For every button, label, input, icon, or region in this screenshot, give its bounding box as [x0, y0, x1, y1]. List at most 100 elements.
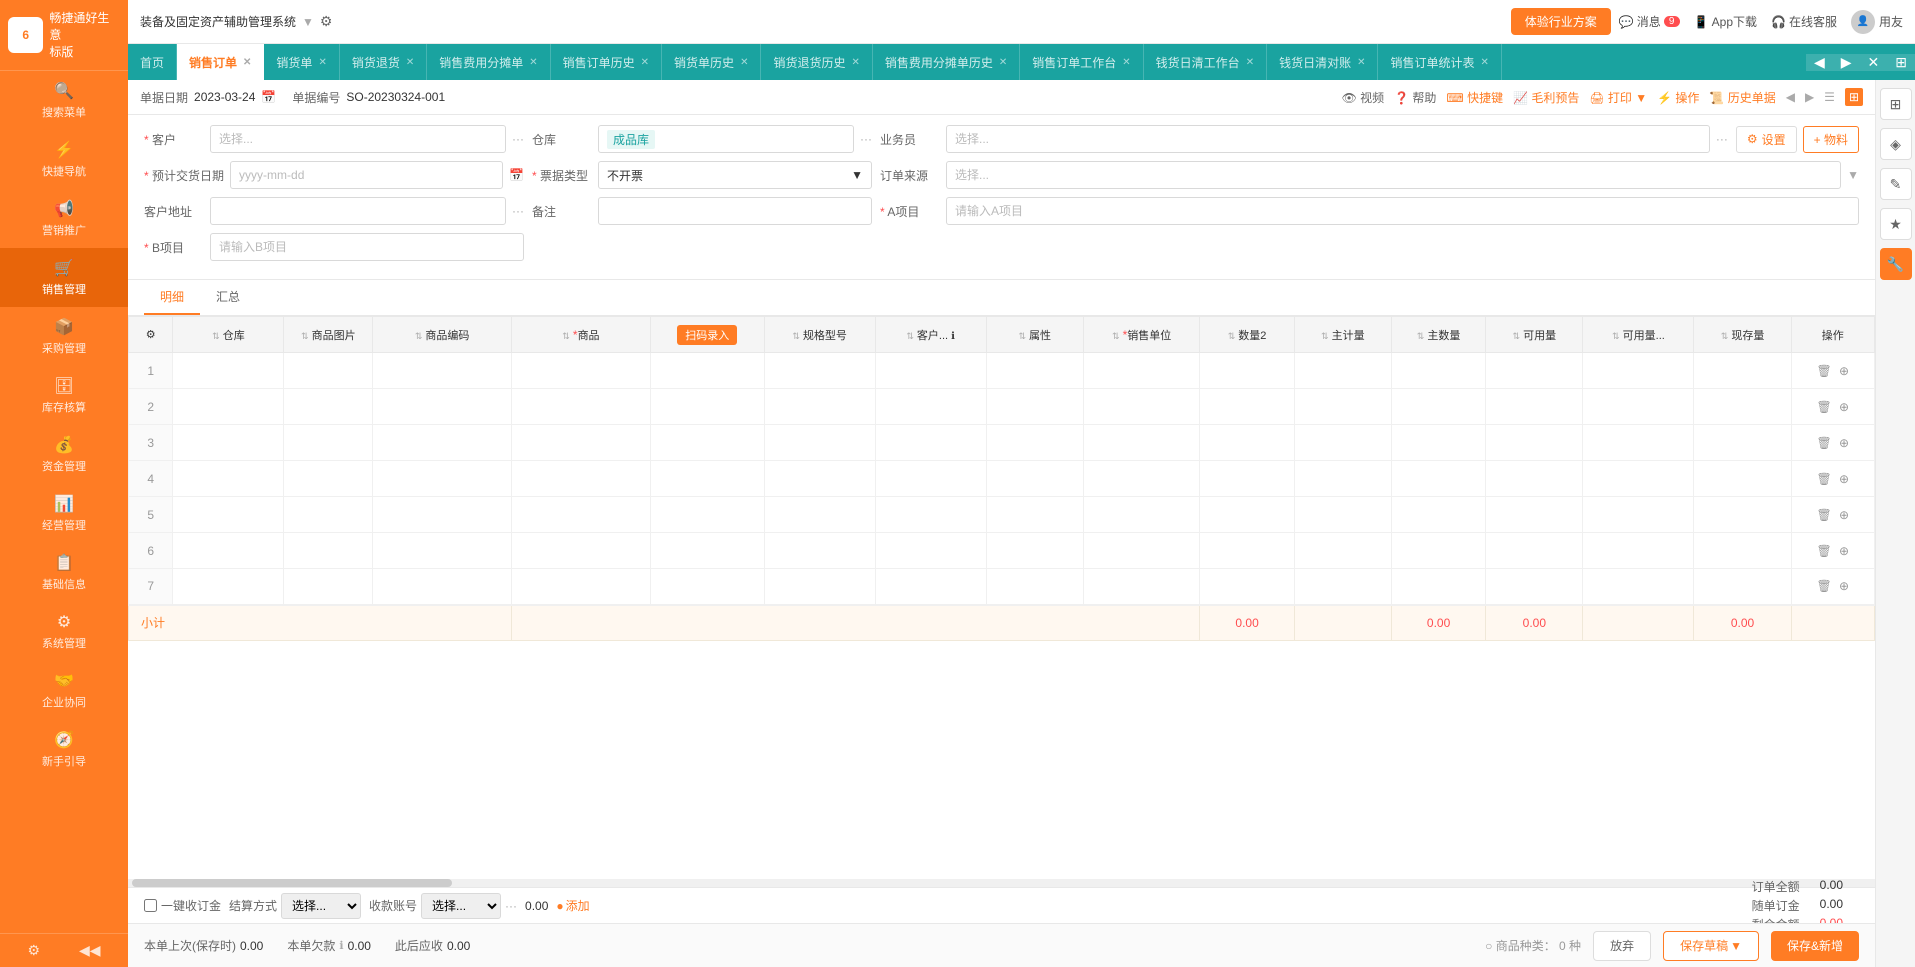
- col-header-scan[interactable]: 扫码录入: [650, 317, 764, 353]
- row-6-unit[interactable]: [1083, 533, 1200, 569]
- tab-daily-clear[interactable]: 钱货日清工作台 ✕: [1144, 44, 1267, 80]
- row-1-delete-icon[interactable]: 🗑: [1816, 364, 1831, 378]
- sidebar-item-basic[interactable]: 📋 基础信息: [0, 543, 128, 602]
- settings-bottom-icon[interactable]: ⚙: [27, 942, 40, 959]
- close-tab-invoice-history[interactable]: ✕: [740, 57, 748, 68]
- tab-expense-history[interactable]: 销售费用分摊单历史 ✕: [873, 44, 1020, 80]
- close-tab-return[interactable]: ✕: [406, 57, 414, 68]
- sidebar-item-purchase[interactable]: 📦 采购管理: [0, 307, 128, 366]
- right-panel-btn-4[interactable]: ★: [1880, 208, 1912, 240]
- grid-view-btn[interactable]: ⊞: [1845, 88, 1863, 106]
- sidebar-item-inventory[interactable]: 🗄 库存核算: [0, 366, 128, 425]
- sidebar-item-operations[interactable]: 📊 经营管理: [0, 484, 128, 543]
- message-area[interactable]: 💬 消息 9: [1619, 13, 1680, 30]
- save-new-btn[interactable]: 保存&新增: [1771, 931, 1859, 961]
- row-2-delete-icon[interactable]: 🗑: [1816, 400, 1831, 414]
- col-header-settings[interactable]: ⚙: [129, 317, 173, 353]
- settlement-select[interactable]: 选择...: [281, 893, 361, 919]
- project-a-input[interactable]: [946, 197, 1859, 225]
- customer-input[interactable]: [210, 125, 506, 153]
- row-5-attr[interactable]: [986, 497, 1083, 533]
- history-icon[interactable]: 📜 历史单据: [1709, 89, 1775, 106]
- sidebar-item-finance[interactable]: 💰 资金管理: [0, 425, 128, 484]
- calendar-icon[interactable]: 📅: [261, 90, 276, 104]
- row-4-spec[interactable]: [764, 461, 875, 497]
- row-5-delete-icon[interactable]: 🗑: [1816, 508, 1831, 522]
- row-6-main-qty[interactable]: [1391, 533, 1485, 569]
- row-3-unit[interactable]: [1083, 425, 1200, 461]
- project-b-input[interactable]: [210, 233, 524, 261]
- tab-reconcile[interactable]: 钱货日清对账 ✕: [1267, 44, 1378, 80]
- close-tab-expense[interactable]: ✕: [529, 57, 537, 68]
- staff-input[interactable]: [946, 125, 1710, 153]
- row-7-customer-code[interactable]: [875, 569, 986, 605]
- tab-expense[interactable]: 销售费用分摊单 ✕: [427, 44, 550, 80]
- row-7-unit[interactable]: [1083, 569, 1200, 605]
- tab-maximize-btn[interactable]: ⊞: [1887, 54, 1915, 71]
- row-3-customer-code[interactable]: [875, 425, 986, 461]
- row-2-qty2[interactable]: [1200, 389, 1294, 425]
- row-6-customer-code[interactable]: [875, 533, 986, 569]
- row-7-product[interactable]: [512, 569, 651, 605]
- row-1-qty2[interactable]: [1200, 353, 1294, 389]
- row-5-main-qty[interactable]: [1391, 497, 1485, 533]
- row-4-customer-code[interactable]: [875, 461, 986, 497]
- delivery-calendar-icon[interactable]: 📅: [509, 168, 524, 182]
- print-icon[interactable]: 🖨 打印 ▼: [1589, 89, 1647, 106]
- row-5-customer-code[interactable]: [875, 497, 986, 533]
- add-payment-btn[interactable]: ● 添加: [556, 897, 589, 914]
- next-doc-btn[interactable]: ▶: [1805, 90, 1814, 104]
- row-1-attr[interactable]: [986, 353, 1083, 389]
- row-6-copy-icon[interactable]: ⊕: [1839, 544, 1849, 558]
- row-3-product[interactable]: [512, 425, 651, 461]
- detail-tab-items[interactable]: 明细: [144, 280, 200, 315]
- shortcut-icon[interactable]: ⌨ 快捷键: [1446, 89, 1503, 106]
- row-2-attr[interactable]: [986, 389, 1083, 425]
- row-1-product[interactable]: [512, 353, 651, 389]
- add-item-btn[interactable]: + 物料: [1803, 126, 1859, 153]
- tab-workbench[interactable]: 销售订单工作台 ✕: [1020, 44, 1143, 80]
- delivery-input[interactable]: [230, 161, 503, 189]
- account-dots[interactable]: ···: [505, 899, 517, 913]
- setup-btn[interactable]: ⚙ 设置: [1736, 126, 1797, 153]
- list-view-btn[interactable]: ☰: [1824, 90, 1835, 104]
- row-4-copy-icon[interactable]: ⊕: [1839, 472, 1849, 486]
- row-7-delete-icon[interactable]: 🗑: [1816, 579, 1831, 593]
- account-select[interactable]: 选择...: [421, 893, 501, 919]
- tab-close-all-btn[interactable]: ✕: [1860, 54, 1888, 71]
- prev-doc-btn[interactable]: ◀: [1786, 90, 1795, 104]
- detail-tab-summary[interactable]: 汇总: [200, 280, 256, 315]
- row-5-code[interactable]: [373, 497, 512, 533]
- tab-sales-order[interactable]: 销售订单 ✕: [177, 44, 264, 80]
- right-panel-btn-2[interactable]: ◈: [1880, 128, 1912, 160]
- warehouse-select[interactable]: 成品库: [598, 125, 854, 153]
- row-7-spec[interactable]: [764, 569, 875, 605]
- row-4-main-qty[interactable]: [1391, 461, 1485, 497]
- row-3-qty2[interactable]: [1200, 425, 1294, 461]
- dropdown-icon[interactable]: ▼: [302, 15, 314, 29]
- tab-invoice-history[interactable]: 销货单历史 ✕: [662, 44, 761, 80]
- row-5-product[interactable]: [512, 497, 651, 533]
- row-1-copy-icon[interactable]: ⊕: [1839, 364, 1849, 378]
- tab-order-history[interactable]: 销售订单历史 ✕: [551, 44, 662, 80]
- row-1-warehouse[interactable]: [173, 353, 284, 389]
- row-6-spec[interactable]: [764, 533, 875, 569]
- sidebar-item-guide[interactable]: 🧭 新手引导: [0, 720, 128, 779]
- row-2-code[interactable]: [373, 389, 512, 425]
- close-tab-order-history[interactable]: ✕: [641, 57, 649, 68]
- row-3-delete-icon[interactable]: 🗑: [1816, 436, 1831, 450]
- order-source-input[interactable]: [946, 161, 1841, 189]
- one-click-checkbox-label[interactable]: 一键收订金: [144, 897, 221, 914]
- right-panel-btn-1[interactable]: ⊞: [1880, 88, 1912, 120]
- tab-stats[interactable]: 销售订单统计表 ✕: [1378, 44, 1501, 80]
- help-icon[interactable]: ❓ 帮助: [1394, 89, 1436, 106]
- row-2-spec[interactable]: [764, 389, 875, 425]
- close-tab-return-history[interactable]: ✕: [851, 57, 859, 68]
- tab-prev-btn[interactable]: ◀: [1806, 54, 1833, 71]
- remark-input[interactable]: [598, 197, 872, 225]
- user-menu[interactable]: 👤 用友: [1851, 10, 1903, 34]
- row-2-warehouse[interactable]: [173, 389, 284, 425]
- sidebar-item-search[interactable]: 🔍 搜索菜单: [0, 71, 128, 130]
- sidebar-item-marketing[interactable]: 📢 营销推广: [0, 189, 128, 248]
- row-1-unit[interactable]: [1083, 353, 1200, 389]
